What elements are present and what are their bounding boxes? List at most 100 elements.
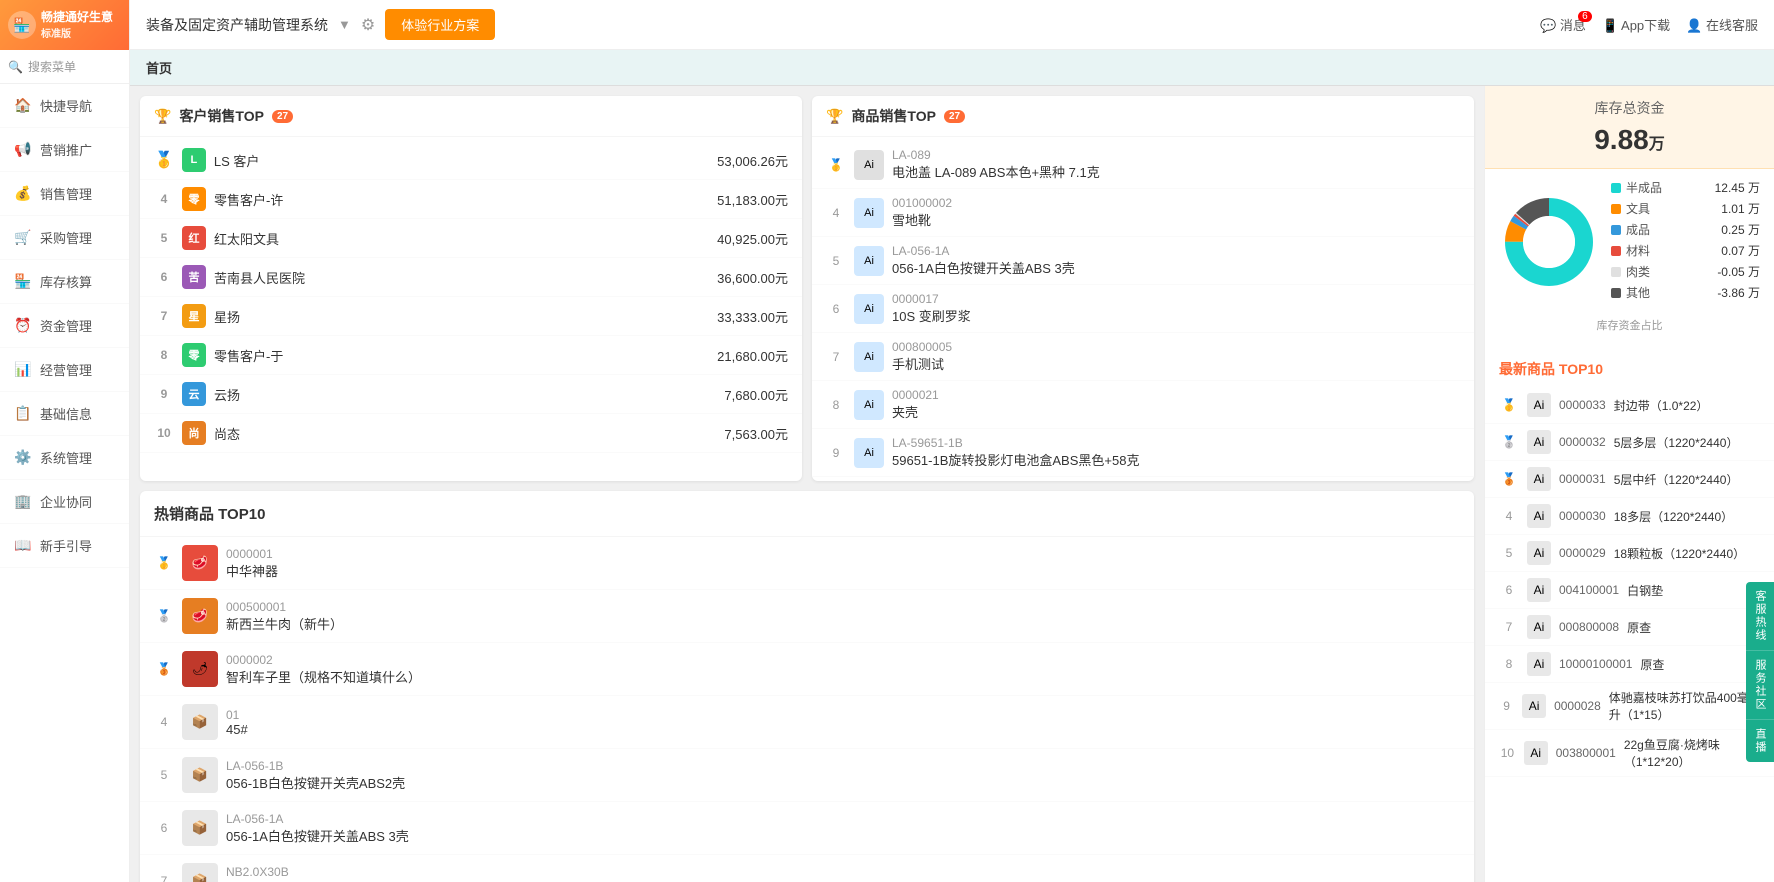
prod-rank-9: 9: [826, 446, 846, 460]
rank-num-4: 4: [154, 192, 174, 206]
col-right: 库存总资金 9.88万: [1484, 86, 1774, 882]
sidebar-item-cooperation[interactable]: 🏢 企业协同: [0, 480, 129, 524]
customer-ranking-header: 🏆 客户销售TOP 27: [140, 96, 802, 137]
sidebar-item-inventory[interactable]: 🏪 库存核算: [0, 260, 129, 304]
rank-num-10: 10: [154, 426, 174, 440]
inventory-icon: 🏪: [14, 273, 32, 290]
prod-name-8: 夹壳: [892, 402, 939, 421]
customer-value-10: 7,563.00元: [724, 424, 788, 443]
sidebar-item-system[interactable]: ⚙️ 系统管理: [0, 436, 129, 480]
trial-button[interactable]: 体验行业方案: [385, 9, 495, 40]
online-service[interactable]: 👤 在线客服: [1686, 15, 1758, 34]
latest-item-3: 🥉 Ai 0000031 5层中纤（1220*2440）: [1485, 461, 1774, 498]
latest-rank-5: 5: [1499, 546, 1519, 560]
prod-code-6: 0000017: [892, 292, 971, 306]
app-download[interactable]: 📱 App下载: [1602, 15, 1670, 34]
inventory-chart-area: 半成品 12.45 万 文具 1.01 万 成品 0.25 万: [1485, 169, 1774, 315]
product-item: 5 Ai LA-056-1A 056-1A白色按键开关盖ABS 3壳: [812, 237, 1474, 285]
hot-info-1: 0000001 中华神器: [226, 547, 1460, 580]
latest-code-3: 0000031: [1559, 472, 1606, 486]
hot-name-2: 新西兰牛肉（新牛）: [226, 614, 1460, 633]
hot-info-6: LA-056-1A 056-1A白色按键开关盖ABS 3壳: [226, 812, 1460, 845]
sidebar-item-sales[interactable]: 💰 销售管理: [0, 172, 129, 216]
float-btn-live[interactable]: 直播: [1746, 720, 1774, 762]
prod-info-9: LA-59651-1B 59651-1B旋转投影灯电池盒ABS黑色+58克: [892, 436, 1139, 469]
inventory-title: 库存总资金: [1499, 98, 1760, 118]
prod-info-5: LA-056-1A 056-1A白色按键开关盖ABS 3壳: [892, 244, 1075, 277]
settings-icon[interactable]: ⚙: [361, 15, 375, 35]
search-menu[interactable]: 🔍 搜索菜单: [0, 50, 129, 84]
float-btn-community[interactable]: 服务社区: [1746, 651, 1774, 720]
rank-item: 6 苦 苦南县人民医院 36,600.00元: [140, 258, 802, 297]
inventory-donut-chart: [1499, 192, 1599, 292]
hot-name-1: 中华神器: [226, 561, 1460, 580]
latest-rank-2: 🥈: [1499, 435, 1519, 449]
logo-text: 畅捷通好生意: [41, 10, 113, 24]
sidebar-item-basic-info[interactable]: 📋 基础信息: [0, 392, 129, 436]
latest-name-2: 5层多层（1220*2440）: [1614, 434, 1739, 451]
customer-value-9: 7,680.00元: [724, 385, 788, 404]
product-item: 7 Ai 000800005 手机测试: [812, 333, 1474, 381]
customer-ranking-card: 🏆 客户销售TOP 27 🥇 L LS 客户 53,006.26元: [140, 96, 802, 481]
latest-img-2: Ai: [1527, 430, 1551, 454]
prod-code-9: LA-59651-1B: [892, 436, 1139, 450]
hot-item-1: 🥇 🥩 0000001 中华神器: [140, 537, 1474, 590]
latest-code-4: 0000030: [1559, 509, 1606, 523]
hot-img-1: 🥩: [182, 545, 218, 581]
customer-value-8: 21,680.00元: [717, 346, 788, 365]
rank-item: 🥇 L LS 客户 53,006.26元: [140, 141, 802, 180]
latest-item-1: 🥇 Ai 0000033 封边带（1.0*22）: [1485, 387, 1774, 424]
sidebar-item-marketing[interactable]: 📢 营销推广: [0, 128, 129, 172]
prod-img-6: Ai: [854, 294, 884, 324]
avatar-4: 零: [182, 187, 206, 211]
avatar-9: 云: [182, 382, 206, 406]
prod-rank-8: 8: [826, 398, 846, 412]
latest-img-1: Ai: [1527, 393, 1551, 417]
sidebar-item-purchase[interactable]: 🛒 采购管理: [0, 216, 129, 260]
prod-rank-5: 5: [826, 254, 846, 268]
hot-img-2: 🥩: [182, 598, 218, 634]
avatar-5: 红: [182, 226, 206, 250]
latest-img-8: Ai: [1527, 652, 1551, 676]
rank-num-6: 6: [154, 270, 174, 284]
legend-dot-5: [1611, 267, 1621, 277]
hot-rank-7: 7: [154, 874, 174, 882]
customer-name-10: 尚态: [214, 424, 716, 443]
logo-sub: 标准版: [41, 25, 113, 40]
hot-code-7: NB2.0X30B: [226, 865, 1460, 879]
legend-item-3: 成品 0.25 万: [1611, 221, 1760, 238]
float-btn-hotline[interactable]: 客服热线: [1746, 582, 1774, 651]
latest-rank-7: 7: [1499, 620, 1519, 634]
inventory-value: 9.88万: [1499, 124, 1760, 156]
hot-code-1: 0000001: [226, 547, 1460, 561]
top-split-row: 🏆 客户销售TOP 27 🥇 L LS 客户 53,006.26元: [140, 96, 1474, 481]
latest-code-9: 0000028: [1554, 699, 1601, 713]
latest-item-7: 7 Ai 000800008 原查: [1485, 609, 1774, 646]
sidebar-logo: 🏪 畅捷通好生意 标准版: [0, 0, 129, 50]
donut-svg: [1499, 192, 1599, 292]
sidebar-item-operations[interactable]: 📊 经营管理: [0, 348, 129, 392]
prod-info-4: 001000002 雪地靴: [892, 196, 952, 229]
inventory-chart-label: 库存资金占比: [1485, 317, 1774, 341]
legend-name-4: 材料: [1626, 242, 1716, 259]
hot-name-5: 056-1B白色按键开关壳ABS2壳: [226, 773, 1460, 792]
avatar-7: 星: [182, 304, 206, 328]
customer-name-4: 零售客户-许: [214, 190, 709, 209]
sidebar-item-quick-nav[interactable]: 🏠 快捷导航: [0, 84, 129, 128]
prod-img-4: Ai: [854, 198, 884, 228]
legend-name-1: 半成品: [1626, 179, 1710, 196]
latest-code-6: 004100001: [1559, 583, 1619, 597]
hot-code-6: LA-056-1A: [226, 812, 1460, 826]
inventory-unit: 万: [1649, 136, 1665, 153]
rank-item: 4 零 零售客户-许 51,183.00元: [140, 180, 802, 219]
sidebar-item-finance[interactable]: ⏰ 资金管理: [0, 304, 129, 348]
trophy-icon-2: 🏆: [826, 108, 843, 125]
topbar: 装备及固定资产辅助管理系统 ▼ ⚙ 体验行业方案 💬 消息 6 📱 App下载 …: [130, 0, 1774, 50]
inventory-legend: 半成品 12.45 万 文具 1.01 万 成品 0.25 万: [1611, 179, 1760, 305]
notification-icon: 💬: [1540, 18, 1556, 33]
notification-badge[interactable]: 💬 消息 6: [1540, 15, 1586, 34]
prod-info-1: LA-089 电池盖 LA-089 ABS本色+黑种 7.1克: [892, 148, 1100, 181]
system-dropdown[interactable]: ▼: [338, 17, 351, 32]
legend-item-1: 半成品 12.45 万: [1611, 179, 1760, 196]
sidebar-item-guide[interactable]: 📖 新手引导: [0, 524, 129, 568]
